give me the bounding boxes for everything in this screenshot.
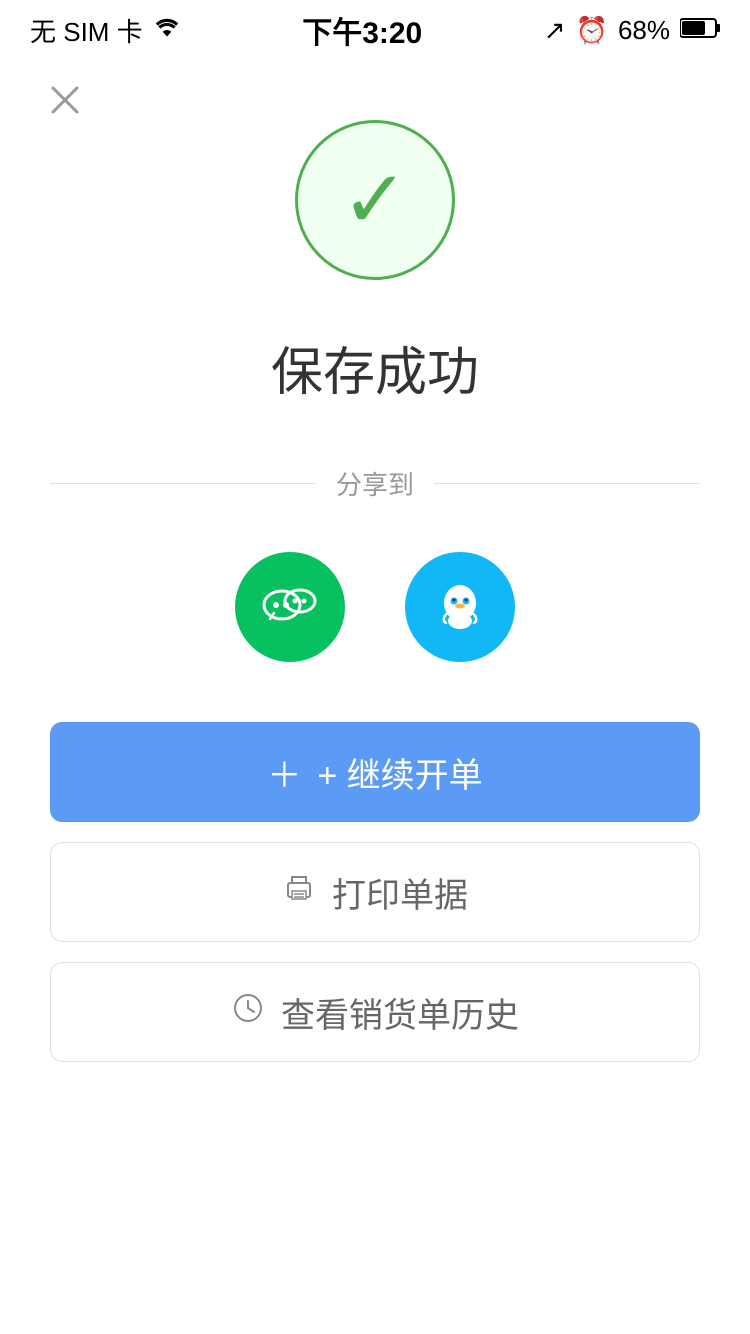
- continue-order-button[interactable]: ＋ + 继续开单: [50, 722, 700, 822]
- no-sim-label: 无 SIM 卡: [30, 12, 143, 49]
- plus-icon: ＋: [267, 748, 301, 797]
- action-buttons: ＋ + 继续开单 打印单据: [0, 722, 750, 1062]
- status-time: 下午3:20: [302, 8, 422, 52]
- wifi-icon: [153, 15, 181, 46]
- battery-label: 68%: [618, 15, 670, 46]
- wechat-share-button[interactable]: [235, 552, 345, 662]
- alarm-icon: ⏰: [576, 15, 608, 46]
- share-divider: 分享到: [0, 465, 750, 502]
- continue-order-label: + 继续开单: [317, 748, 482, 797]
- divider-right: [434, 483, 700, 484]
- history-button[interactable]: 查看销货单历史: [50, 962, 700, 1062]
- printer-icon: [282, 871, 316, 914]
- print-label: 打印单据: [332, 868, 468, 917]
- share-icons: [235, 552, 515, 662]
- status-left: 无 SIM 卡: [30, 12, 181, 49]
- status-right: ↗ ⏰ 68%: [544, 15, 720, 46]
- battery-icon: [680, 15, 720, 46]
- qq-share-button[interactable]: [405, 552, 515, 662]
- main-content: ✓ 保存成功 分享到: [0, 60, 750, 1062]
- location-icon: ↗: [544, 15, 566, 46]
- status-bar: 无 SIM 卡 下午3:20 ↗ ⏰ 68%: [0, 0, 750, 60]
- checkmark-icon: ✓: [341, 160, 408, 240]
- divider-left: [50, 483, 316, 484]
- history-label: 查看销货单历史: [281, 988, 519, 1037]
- share-label: 分享到: [316, 465, 434, 502]
- success-title: 保存成功: [271, 330, 479, 405]
- print-button[interactable]: 打印单据: [50, 842, 700, 942]
- close-button[interactable]: [40, 75, 90, 125]
- clock-icon: [231, 991, 265, 1034]
- success-icon: ✓: [295, 120, 455, 280]
